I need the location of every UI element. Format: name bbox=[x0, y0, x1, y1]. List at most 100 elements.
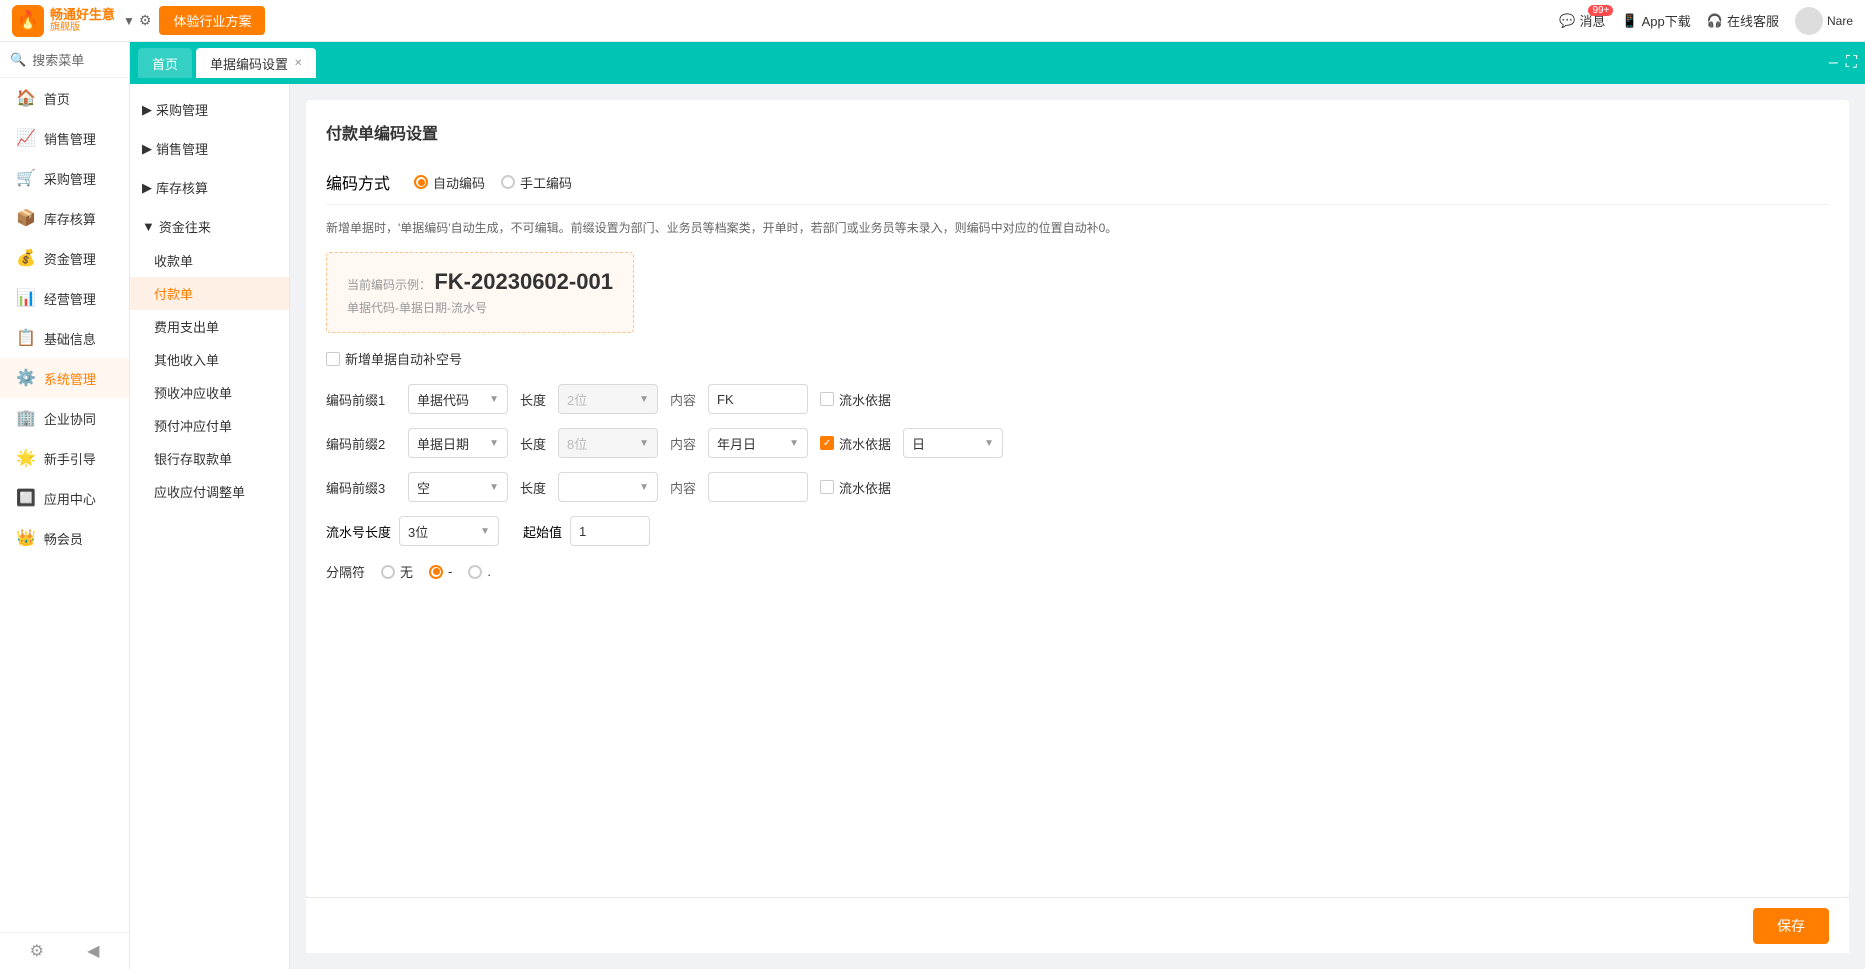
sec-header-sales[interactable]: ▶ 销售管理 bbox=[130, 131, 289, 166]
sec-group-capital: ▼ 资金往来 收款单 付款单 费用支出单 其他收入单 预收冲应收单 预付冲应付单… bbox=[130, 209, 289, 508]
info-text: 新增单据时，'单据编码'自动生成，不可编辑。前缀设置为部门、业务员等档案类，开单… bbox=[326, 219, 1829, 238]
sidebar-item-system[interactable]: ⚙️ 系统管理 bbox=[0, 358, 129, 398]
code-preview-box: 当前编码示例： FK-20230602-001 单据代码-单据日期-流水号 bbox=[326, 252, 634, 333]
tab-maximize-button[interactable]: ⛶ bbox=[1846, 54, 1857, 72]
user-profile[interactable]: Nare bbox=[1795, 7, 1853, 35]
content3-input[interactable] bbox=[708, 472, 808, 502]
sidebar-item-purchase[interactable]: 🛒 采购管理 bbox=[0, 158, 129, 198]
app-download-button[interactable]: 📱 App下载 bbox=[1621, 11, 1690, 30]
sales-icon: 📈 bbox=[16, 128, 36, 148]
serial3-checkbox[interactable]: 流水依据 bbox=[820, 478, 891, 497]
topbar-right: 💬 消息 99+ 📱 App下载 🎧 在线客服 Nare bbox=[1559, 7, 1853, 35]
experience-button[interactable]: 体验行业方案 bbox=[159, 6, 265, 35]
sec-item-advance-payment[interactable]: 预付冲应付单 bbox=[130, 409, 289, 442]
autofill-checkbox[interactable]: 新增单据自动补空号 bbox=[326, 349, 462, 368]
topbar-left: 🔥 畅通好生意 旗舰版 ▼ ⚙ 体验行业方案 bbox=[12, 5, 265, 37]
purchase-icon: 🛒 bbox=[16, 168, 36, 188]
expand-icon: ▶ bbox=[142, 141, 152, 157]
sidebar: 🔍 搜索菜单 🏠 首页 📈 销售管理 🛒 采购管理 📦 库存核算 💰 bbox=[0, 42, 130, 969]
length2-input: 8位 ▼ bbox=[558, 428, 658, 458]
content1-input[interactable] bbox=[708, 384, 808, 414]
sec-header-purchase[interactable]: ▶ 采购管理 bbox=[130, 92, 289, 127]
sep-dot-radio[interactable]: . bbox=[468, 564, 491, 579]
member-icon: 👑 bbox=[16, 528, 36, 548]
sidebar-search[interactable]: 🔍 搜索菜单 bbox=[0, 42, 129, 78]
tab-minimize-button[interactable]: – bbox=[1829, 54, 1838, 72]
sep-dash-label: - bbox=[448, 564, 452, 579]
footer-collapse-button[interactable]: ◀ bbox=[87, 941, 99, 961]
prefix3-select[interactable]: 空 ▼ bbox=[408, 472, 508, 502]
sec-item-expense[interactable]: 费用支出单 bbox=[130, 310, 289, 343]
coding-mode-row: 编码方式 自动编码 手工编码 bbox=[326, 160, 1829, 205]
sec-header-capital[interactable]: ▼ 资金往来 bbox=[130, 209, 289, 244]
guide-icon: 🌟 bbox=[16, 448, 36, 468]
sec-header-inventory[interactable]: ▶ 库存核算 bbox=[130, 170, 289, 205]
serial-length-arrow-icon: ▼ bbox=[480, 526, 490, 537]
sidebar-item-finance[interactable]: 💰 资金管理 bbox=[0, 238, 129, 278]
sidebar-item-inventory[interactable]: 📦 库存核算 bbox=[0, 198, 129, 238]
code-preview-label: 当前编码示例： FK-20230602-001 bbox=[347, 269, 613, 295]
serial2-checkbox[interactable]: ✓ 流水依据 bbox=[820, 434, 891, 453]
user-name: Nare bbox=[1827, 14, 1853, 28]
sidebar-item-basic[interactable]: 📋 基础信息 bbox=[0, 318, 129, 358]
operations-icon: 📊 bbox=[16, 288, 36, 308]
nav-gear-icon[interactable]: ⚙ bbox=[139, 12, 152, 29]
service-icon: 🎧 bbox=[1707, 13, 1723, 29]
serial2-unit-select[interactable]: 日 ▼ bbox=[903, 428, 1003, 458]
prefix2-select[interactable]: 单据日期 ▼ bbox=[408, 428, 508, 458]
sidebar-item-guide[interactable]: 🌟 新手引导 bbox=[0, 438, 129, 478]
code-preview-value: FK-20230602-001 bbox=[434, 269, 613, 294]
sidebar-item-home[interactable]: 🏠 首页 bbox=[0, 78, 129, 118]
sec-group-purchase: ▶ 采购管理 bbox=[130, 92, 289, 127]
serial-length-label: 流水号长度 bbox=[326, 522, 391, 541]
length3-arrow-icon: ▼ bbox=[639, 482, 649, 493]
sec-item-other-income[interactable]: 其他收入单 bbox=[130, 343, 289, 376]
avatar bbox=[1795, 7, 1823, 35]
sep-dash-radio[interactable]: - bbox=[429, 564, 452, 579]
search-icon: 🔍 bbox=[10, 52, 26, 68]
serial3-checkbox-box bbox=[820, 480, 834, 494]
content-area: 首页 单据编码设置 ✕ – ⛶ ▶ 采购管理 bbox=[130, 42, 1865, 969]
length3-input[interactable]: ▼ bbox=[558, 472, 658, 502]
serial1-checkbox[interactable]: 流水依据 bbox=[820, 390, 891, 409]
nav-dropdown-icon[interactable]: ▼ bbox=[123, 14, 135, 28]
radio-auto-code[interactable]: 自动编码 bbox=[414, 173, 485, 192]
code-preview-label-text: 当前编码示例： bbox=[347, 278, 431, 292]
sidebar-item-label: 经营管理 bbox=[44, 289, 96, 308]
autofill-row: 新增单据自动补空号 bbox=[326, 349, 1829, 368]
footer-settings-button[interactable]: ⚙ bbox=[30, 941, 44, 961]
logo-main: 畅通好生意 bbox=[50, 7, 115, 23]
sec-group-sales: ▶ 销售管理 bbox=[130, 131, 289, 166]
expand-icon: ▶ bbox=[142, 180, 152, 196]
content2-select[interactable]: 年月日 ▼ bbox=[708, 428, 808, 458]
radio-manual-code[interactable]: 手工编码 bbox=[501, 173, 572, 192]
config-row-prefix1: 编码前缀1 单据代码 ▼ 长度 2位 ▼ 内容 bbox=[326, 384, 1829, 414]
sec-item-advance-receipt[interactable]: 预收冲应收单 bbox=[130, 376, 289, 409]
sidebar-item-enterprise[interactable]: 🏢 企业协同 bbox=[0, 398, 129, 438]
online-service-button[interactable]: 🎧 在线客服 bbox=[1707, 11, 1779, 30]
tab-close-icon[interactable]: ✕ bbox=[294, 58, 302, 69]
sidebar-item-apps[interactable]: 🔲 应用中心 bbox=[0, 478, 129, 518]
sidebar-item-sales[interactable]: 📈 销售管理 bbox=[0, 118, 129, 158]
save-button[interactable]: 保存 bbox=[1753, 908, 1829, 944]
content1-label: 内容 bbox=[670, 390, 696, 409]
serial1-checkbox-box bbox=[820, 392, 834, 406]
tab-encoding[interactable]: 单据编码设置 ✕ bbox=[196, 48, 316, 78]
sec-item-payment[interactable]: 付款单 bbox=[130, 277, 289, 310]
secondary-sidebar: ▶ 采购管理 ▶ 销售管理 ▶ 库存核算 bbox=[130, 84, 290, 969]
serial-length-select[interactable]: 3位 ▼ bbox=[399, 516, 499, 546]
page-content: 付款单编码设置 编码方式 自动编码 手工编码 bbox=[290, 84, 1865, 969]
prefix1-select[interactable]: 单据代码 ▼ bbox=[408, 384, 508, 414]
sec-header-label: 采购管理 bbox=[156, 100, 208, 119]
tab-home[interactable]: 首页 bbox=[138, 48, 192, 78]
sec-item-receipt[interactable]: 收款单 bbox=[130, 244, 289, 277]
sec-item-bank-deposit[interactable]: 银行存取款单 bbox=[130, 442, 289, 475]
sidebar-item-label: 畅会员 bbox=[44, 529, 83, 548]
start-value-input[interactable] bbox=[570, 516, 650, 546]
sidebar-item-operations[interactable]: 📊 经营管理 bbox=[0, 278, 129, 318]
sep-none-radio[interactable]: 无 bbox=[381, 562, 413, 581]
length2-arrow-icon: ▼ bbox=[639, 438, 649, 449]
sidebar-item-member[interactable]: 👑 畅会员 bbox=[0, 518, 129, 558]
message-button[interactable]: 💬 消息 99+ bbox=[1559, 11, 1605, 30]
sec-item-adjustment[interactable]: 应收应付调整单 bbox=[130, 475, 289, 508]
